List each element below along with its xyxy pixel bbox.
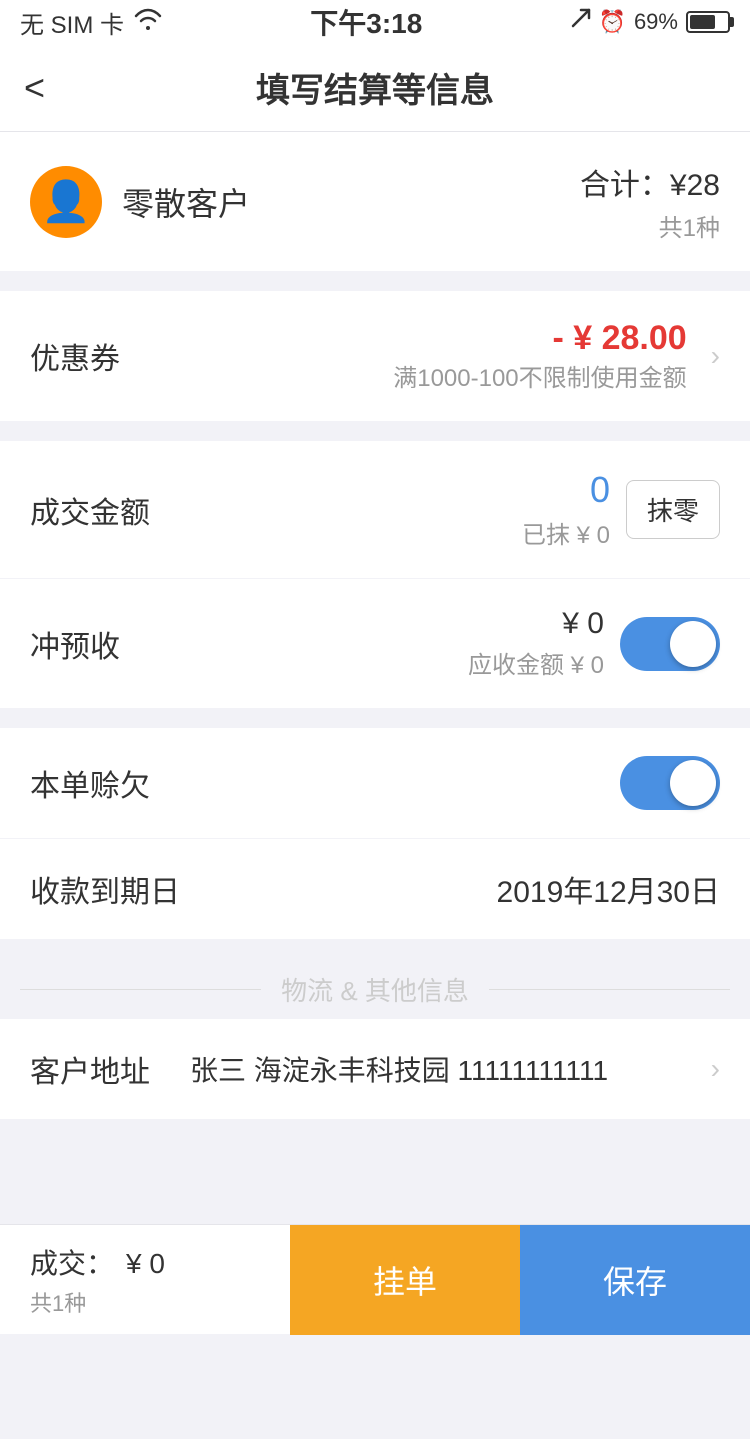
carrier-label: 无 SIM 卡: [20, 5, 124, 40]
status-left: 无 SIM 卡: [20, 5, 162, 40]
divider-1: [0, 271, 750, 291]
deal-amount-label: 成交金额: [30, 488, 150, 532]
pending-button[interactable]: 挂单: [290, 1225, 520, 1335]
divider-2: [0, 421, 750, 441]
coupon-label: 优惠券: [30, 334, 120, 378]
advance-amount: ¥ 0: [468, 607, 604, 641]
back-chevron: <: [24, 67, 45, 109]
bottom-bar: 成交： ¥ 0 共1种 挂单 保存: [0, 1224, 750, 1334]
bottom-deal-row: 成交： ¥ 0: [30, 1242, 260, 1282]
deal-amount-row: 成交金额 0 已抹 ¥ 0 抹零: [0, 441, 750, 578]
deal-section: 成交金额 0 已抹 ¥ 0 抹零 冲预收 ¥ 0 应收金额 ¥ 0: [0, 441, 750, 708]
logistics-line-right: [489, 989, 730, 990]
round-zero-button[interactable]: 抹零: [626, 480, 720, 539]
location-icon: [571, 8, 591, 36]
customer-total: 合计：¥28 共1种: [580, 160, 720, 243]
save-button-label: 保存: [603, 1257, 667, 1303]
advance-sub: 应收金额 ¥ 0: [468, 645, 604, 680]
alarm-icon: ⏰: [599, 9, 626, 35]
deal-amount-value: 0: [522, 469, 610, 511]
credit-right: [620, 756, 720, 810]
credit-section: 本单赊欠 收款到期日 2019年12月30日: [0, 728, 750, 939]
advance-payment-toggle[interactable]: [620, 617, 720, 671]
divider-4: [0, 939, 750, 959]
status-time: 下午3:18: [310, 2, 422, 42]
advance-amount-col: ¥ 0 应收金额 ¥ 0: [468, 607, 604, 680]
credit-label: 本单赊欠: [30, 761, 150, 805]
customer-row: 👤 零散客户 合计：¥28 共1种: [0, 132, 750, 271]
coupon-row[interactable]: 优惠券 - ¥ 28.00 满1000-100不限制使用金额 ›: [0, 291, 750, 421]
logistics-text: 物流 & 其他信息: [281, 971, 469, 1008]
bottom-deal-amount: ¥ 0: [126, 1248, 165, 1280]
customer-section: 👤 零散客户 合计：¥28 共1种: [0, 132, 750, 271]
avatar: 👤: [30, 166, 102, 238]
pending-button-label: 挂单: [373, 1257, 437, 1303]
advance-payment-row: 冲预收 ¥ 0 应收金额 ¥ 0: [0, 578, 750, 708]
address-section: 客户地址 张三 海淀永丰科技园 11111111111 ›: [0, 1019, 750, 1119]
address-label: 客户地址: [30, 1047, 190, 1091]
total-count: 共1种: [580, 208, 720, 243]
credit-row: 本单赊欠: [0, 728, 750, 838]
customer-name: 零散客户: [122, 179, 250, 225]
advance-payment-right: ¥ 0 应收金额 ¥ 0: [468, 607, 720, 680]
due-date-value: 2019年12月30日: [497, 867, 720, 911]
coupon-discount: - ¥ 28.00: [393, 319, 686, 358]
save-button[interactable]: 保存: [520, 1225, 750, 1335]
coupon-section: 优惠券 - ¥ 28.00 满1000-100不限制使用金额 ›: [0, 291, 750, 421]
battery-icon: [686, 9, 730, 35]
address-row[interactable]: 客户地址 张三 海淀永丰科技园 11111111111 ›: [0, 1019, 750, 1119]
logistics-divider: 物流 & 其他信息: [0, 959, 750, 1019]
credit-toggle[interactable]: [620, 756, 720, 810]
avatar-icon: 👤: [41, 178, 91, 225]
nav-bar: < 填写结算等信息: [0, 44, 750, 132]
wifi-icon: [134, 8, 162, 37]
status-right: ⏰ 69%: [571, 8, 730, 36]
status-bar: 无 SIM 卡 下午3:18 ⏰ 69%: [0, 0, 750, 44]
due-date-label: 收款到期日: [30, 867, 180, 911]
coupon-chevron: ›: [711, 340, 720, 372]
address-chevron: ›: [711, 1053, 720, 1085]
customer-left: 👤 零散客户: [30, 166, 250, 238]
credit-toggle-knob: [670, 760, 716, 806]
total-amount: 合计：¥28: [580, 160, 720, 204]
bottom-deal-label: 成交：: [30, 1242, 114, 1282]
bottom-count: 共1种: [30, 1286, 260, 1318]
battery-percent: 69%: [634, 9, 678, 35]
back-button[interactable]: <: [24, 67, 45, 109]
divider-3: [0, 708, 750, 728]
coupon-desc: 满1000-100不限制使用金额: [393, 358, 686, 393]
deal-amount-sub: 已抹 ¥ 0: [522, 515, 610, 550]
advance-payment-toggle-knob: [670, 621, 716, 667]
coupon-right: - ¥ 28.00 满1000-100不限制使用金额 ›: [393, 319, 720, 393]
deal-amount-right: 0 已抹 ¥ 0 抹零: [522, 469, 720, 550]
advance-payment-label: 冲预收: [30, 622, 120, 666]
bottom-summary: 成交： ¥ 0 共1种: [0, 1242, 290, 1318]
due-date-row: 收款到期日 2019年12月30日: [0, 838, 750, 939]
address-value: 张三 海淀永丰科技园 11111111111: [190, 1049, 703, 1089]
logistics-line-left: [20, 989, 261, 990]
nav-title: 填写结算等信息: [256, 63, 494, 112]
